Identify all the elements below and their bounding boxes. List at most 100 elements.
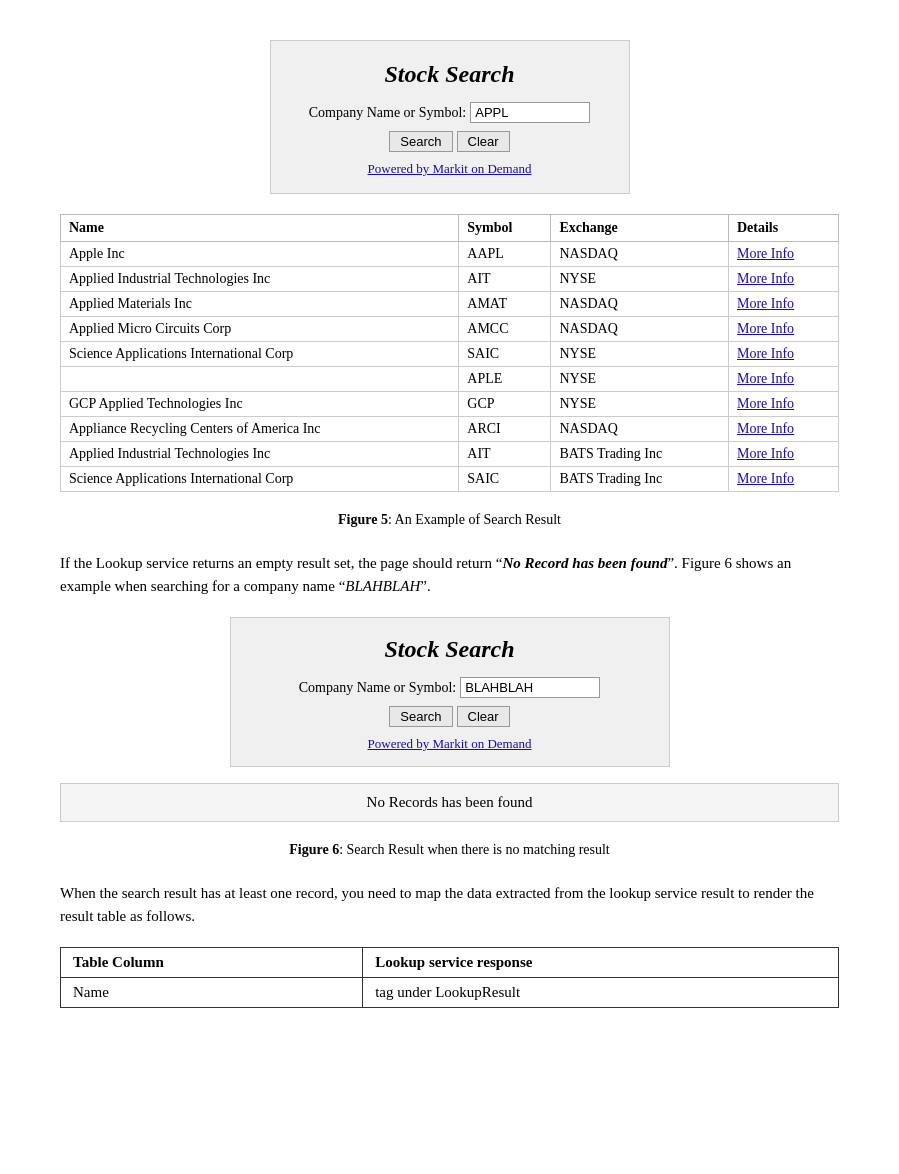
table-row: Science Applications International Corp … (61, 342, 839, 367)
cell-symbol: SAIC (459, 467, 551, 492)
col-header-symbol: Symbol (459, 215, 551, 242)
cell-name: Science Applications International Corp (61, 467, 459, 492)
cell-exchange: NYSE (551, 392, 729, 417)
mapping-col-header-2: Lookup service response (363, 948, 839, 978)
widget2-btn-row: Search Clear (251, 706, 649, 727)
widget2-powered-link[interactable]: Powered by Markit on Demand (368, 736, 532, 751)
body-text1-italic2: BLAHBLAH (345, 578, 420, 594)
more-info-link[interactable]: More Info (737, 396, 794, 411)
widget1-input[interactable] (470, 102, 590, 123)
widget2-search-button[interactable]: Search (389, 706, 452, 727)
figure6-caption: Figure 6: Search Result when there is no… (60, 842, 839, 858)
cell-details[interactable]: More Info (728, 317, 838, 342)
table-row: GCP Applied Technologies Inc GCP NYSE Mo… (61, 392, 839, 417)
cell-name: Applied Materials Inc (61, 292, 459, 317)
widget2-label: Company Name or Symbol: (299, 680, 457, 696)
mapping-header-row: Table Column Lookup service response (61, 948, 839, 978)
widget2-form-row: Company Name or Symbol: (251, 677, 649, 698)
cell-exchange: NYSE (551, 342, 729, 367)
more-info-link[interactable]: More Info (737, 421, 794, 436)
widget1-clear-button[interactable]: Clear (457, 131, 510, 152)
cell-exchange: NASDAQ (551, 292, 729, 317)
mapping-cell-response: tag under LookupResult (363, 978, 839, 1008)
cell-details[interactable]: More Info (728, 292, 838, 317)
cell-details[interactable]: More Info (728, 367, 838, 392)
table-row: Science Applications International Corp … (61, 467, 839, 492)
figure6-label: Figure 6 (289, 842, 339, 857)
cell-name (61, 367, 459, 392)
widget1-title: Stock Search (301, 61, 599, 88)
table-row: Applied Industrial Technologies Inc AIT … (61, 442, 839, 467)
cell-name: GCP Applied Technologies Inc (61, 392, 459, 417)
mapping-table: Table Column Lookup service response Nam… (60, 947, 839, 1008)
body-text1-p3: ”. (420, 578, 430, 594)
cell-name: Appliance Recycling Centers of America I… (61, 417, 459, 442)
mapping-col-header-1: Table Column (61, 948, 363, 978)
cell-exchange: NYSE (551, 267, 729, 292)
body-text1-italic: No Record has been found (502, 555, 667, 571)
widget1-powered-link[interactable]: Powered by Markit on Demand (368, 161, 532, 176)
widget2-title: Stock Search (251, 636, 649, 663)
cell-symbol: AMCC (459, 317, 551, 342)
cell-exchange: NASDAQ (551, 317, 729, 342)
cell-exchange: BATS Trading Inc (551, 442, 729, 467)
cell-symbol: AIT (459, 442, 551, 467)
cell-exchange: NYSE (551, 367, 729, 392)
more-info-link[interactable]: More Info (737, 271, 794, 286)
body-text1-p1: If the Lookup service returns an empty r… (60, 555, 502, 571)
cell-details[interactable]: More Info (728, 392, 838, 417)
table-row: Applied Materials Inc AMAT NASDAQ More I… (61, 292, 839, 317)
cell-symbol: APLE (459, 367, 551, 392)
body-text2-span: When the search result has at least one … (60, 885, 814, 924)
figure5-text: : An Example of Search Result (388, 512, 561, 527)
stock-search-widget-2: Stock Search Company Name or Symbol: Sea… (230, 617, 670, 767)
cell-symbol: SAIC (459, 342, 551, 367)
more-info-link[interactable]: More Info (737, 296, 794, 311)
cell-exchange: NASDAQ (551, 417, 729, 442)
mapping-table-row: Name tag under LookupResult (61, 978, 839, 1008)
cell-symbol: AIT (459, 267, 551, 292)
widget1-label: Company Name or Symbol: (309, 105, 467, 121)
widget1-search-button[interactable]: Search (389, 131, 452, 152)
body-text-1: If the Lookup service returns an empty r… (60, 552, 839, 597)
col-header-details: Details (728, 215, 838, 242)
more-info-link[interactable]: More Info (737, 321, 794, 336)
cell-symbol: AMAT (459, 292, 551, 317)
figure5-label: Figure 5 (338, 512, 388, 527)
widget2-input[interactable] (460, 677, 600, 698)
table-row: APLE NYSE More Info (61, 367, 839, 392)
cell-details[interactable]: More Info (728, 342, 838, 367)
table-row: Appliance Recycling Centers of America I… (61, 417, 839, 442)
mapping-cell-col: Name (61, 978, 363, 1008)
widget2-clear-button[interactable]: Clear (457, 706, 510, 727)
cell-name: Applied Industrial Technologies Inc (61, 267, 459, 292)
cell-details[interactable]: More Info (728, 267, 838, 292)
figure5-caption: Figure 5: An Example of Search Result (60, 512, 839, 528)
more-info-link[interactable]: More Info (737, 346, 794, 361)
table-row: Applied Industrial Technologies Inc AIT … (61, 267, 839, 292)
no-records-text: No Records has been found (367, 794, 533, 810)
results-table: Name Symbol Exchange Details Apple Inc A… (60, 214, 839, 492)
cell-details[interactable]: More Info (728, 467, 838, 492)
figure6-text: : Search Result when there is no matchin… (339, 842, 610, 857)
cell-exchange: BATS Trading Inc (551, 467, 729, 492)
more-info-link[interactable]: More Info (737, 246, 794, 261)
results-table-header-row: Name Symbol Exchange Details (61, 215, 839, 242)
no-records-box: No Records has been found (60, 783, 839, 822)
more-info-link[interactable]: More Info (737, 471, 794, 486)
cell-name: Applied Micro Circuits Corp (61, 317, 459, 342)
cell-symbol: ARCI (459, 417, 551, 442)
col-header-name: Name (61, 215, 459, 242)
cell-details[interactable]: More Info (728, 442, 838, 467)
more-info-link[interactable]: More Info (737, 446, 794, 461)
stock-search-widget-1: Stock Search Company Name or Symbol: Sea… (270, 40, 630, 194)
cell-name: Science Applications International Corp (61, 342, 459, 367)
col-header-exchange: Exchange (551, 215, 729, 242)
cell-exchange: NASDAQ (551, 242, 729, 267)
more-info-link[interactable]: More Info (737, 371, 794, 386)
cell-details[interactable]: More Info (728, 417, 838, 442)
cell-symbol: AAPL (459, 242, 551, 267)
cell-details[interactable]: More Info (728, 242, 838, 267)
cell-name: Applied Industrial Technologies Inc (61, 442, 459, 467)
cell-symbol: GCP (459, 392, 551, 417)
